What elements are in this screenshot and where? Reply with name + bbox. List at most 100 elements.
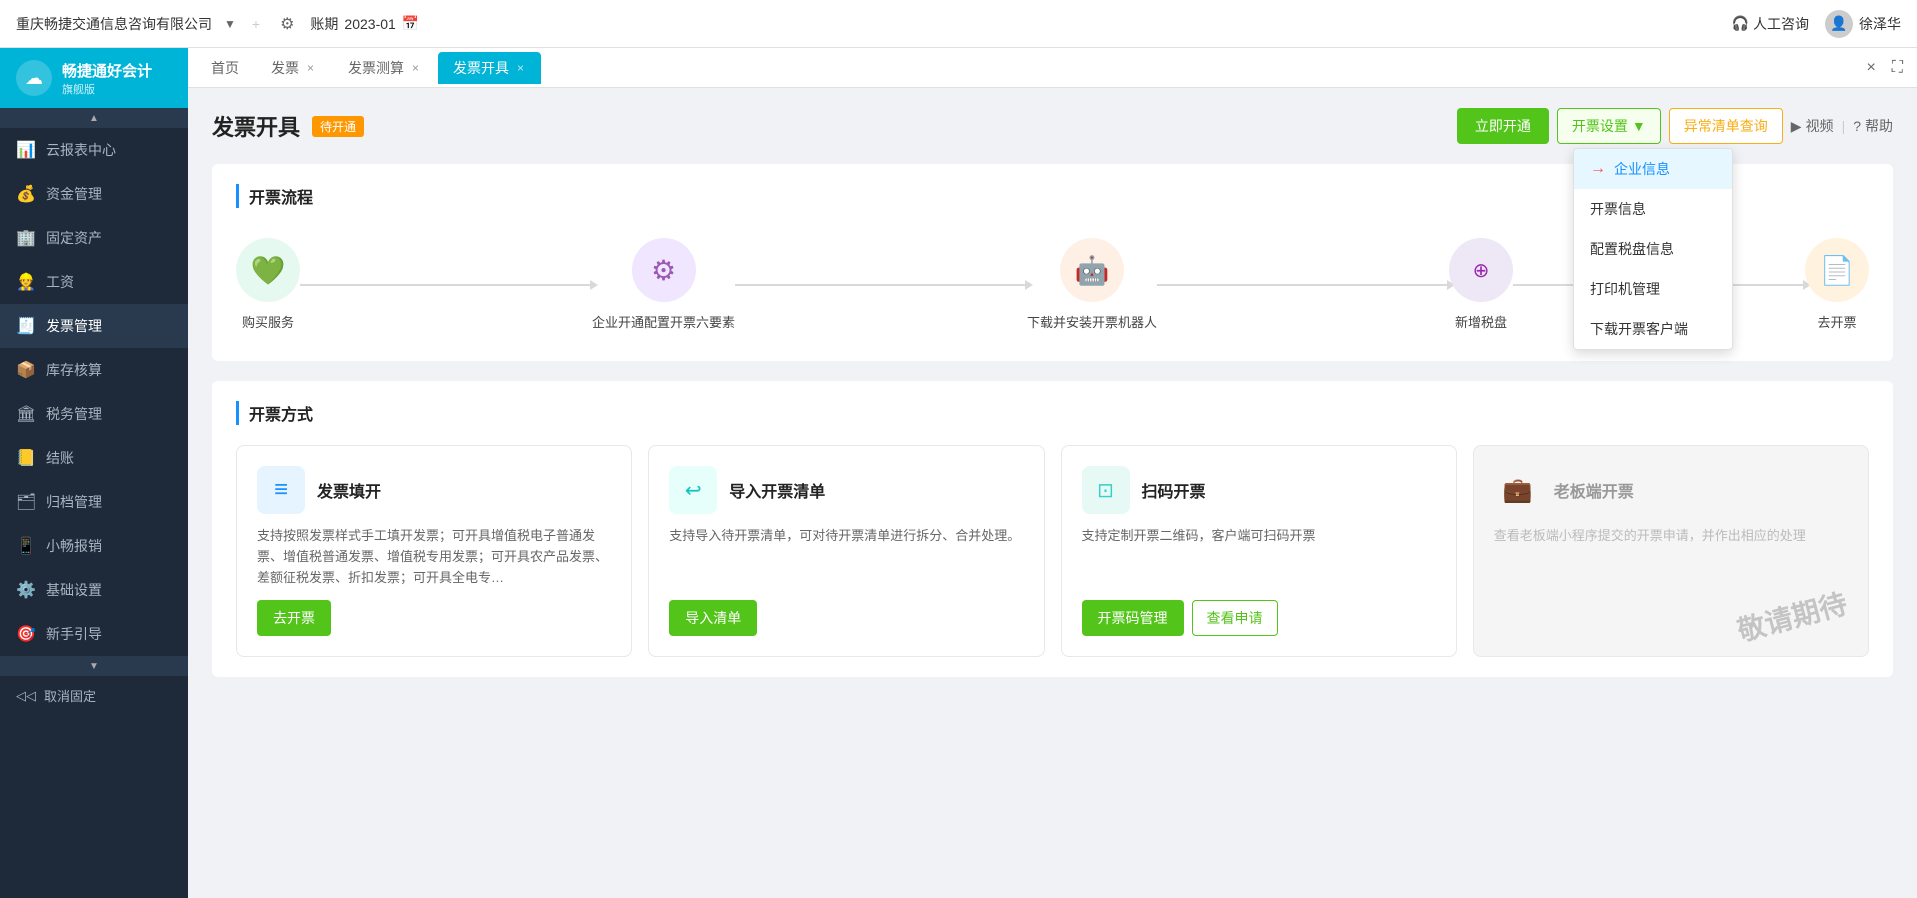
connector-line-3 bbox=[1157, 284, 1449, 286]
tab-close-issue[interactable]: × bbox=[515, 61, 526, 75]
tab-home[interactable]: 首页 bbox=[196, 52, 254, 84]
method-title-3: 扫码开票 bbox=[1142, 478, 1206, 502]
sidebar-item-label: 新手引导 bbox=[46, 624, 102, 644]
page-title: 发票开具 bbox=[212, 110, 300, 142]
import-invoice-btn[interactable]: 导入清单 bbox=[669, 600, 757, 636]
calendar-icon[interactable]: 📅 bbox=[402, 15, 419, 32]
step-icon-3: 🤖 bbox=[1060, 238, 1124, 302]
method-title-2: 导入开票清单 bbox=[729, 478, 825, 502]
sidebar-item-settle[interactable]: 📒 结账 bbox=[0, 436, 188, 480]
sidebar-item-guide[interactable]: 🎯 新手引导 bbox=[0, 612, 188, 656]
sidebar-item-settings[interactable]: ⚙️ 基础设置 bbox=[0, 568, 188, 612]
dropdown-item-ticket-info[interactable]: 开票信息 bbox=[1574, 189, 1732, 229]
connector-line-2 bbox=[735, 284, 1027, 286]
sidebar-item-label: 发票管理 bbox=[46, 316, 102, 336]
method-card-boss: 💼 老板端开票 查看老板端小程序提交的开票申请，并作出相应的处理 敬请期待 bbox=[1473, 445, 1869, 657]
company-dropdown-btn[interactable]: ▼ bbox=[224, 17, 236, 31]
sidebar-item-assets[interactable]: 🏢 固定资产 bbox=[0, 216, 188, 260]
sidebar-item-tax[interactable]: 🏛 税务管理 bbox=[0, 392, 188, 436]
method-card-scan: ⊡ 扫码开票 支持定制开票二维码，客户端可扫码开票 开票码管理 查看申请 bbox=[1061, 445, 1457, 657]
dropdown-item-download-client[interactable]: 下载开票客户端 bbox=[1574, 309, 1732, 349]
method-footer-2: 导入清单 bbox=[669, 600, 1023, 636]
method-title-1: 发票填开 bbox=[317, 478, 381, 502]
method-desc-4: 查看老板端小程序提交的开票申请，并作出相应的处理 bbox=[1494, 526, 1848, 547]
chevron-down-icon: ▼ bbox=[1632, 118, 1646, 134]
inventory-icon: 📦 bbox=[16, 360, 36, 380]
page-actions: 立即开通 开票设置 ▼ 异常清单查询 ▶ 视频 | ? 帮助 bbox=[1457, 108, 1893, 144]
tab-close-calc[interactable]: × bbox=[410, 61, 421, 75]
main-layout: ☁ 畅捷通好会计 旗舰版 ▲ 📊 云报表中心 💰 资金管理 🏢 固定资产 👷 工… bbox=[0, 48, 1917, 898]
tab-close-all-btn[interactable]: × bbox=[1860, 55, 1881, 81]
status-badge: 待开通 bbox=[312, 116, 364, 137]
headset-icon: 🎧 bbox=[1732, 15, 1749, 32]
logo-sub: 旗舰版 bbox=[62, 81, 152, 97]
sidebar-item-funds[interactable]: 💰 资金管理 bbox=[0, 172, 188, 216]
method-card-header-1: ≡ 发票填开 bbox=[257, 466, 611, 514]
step-icon-5: 📄 bbox=[1805, 238, 1869, 302]
settings-dropdown-btn[interactable]: 开票设置 ▼ bbox=[1557, 108, 1661, 144]
sidebar-item-reports[interactable]: 📊 云报表中心 bbox=[0, 128, 188, 172]
sidebar-item-label: 基础设置 bbox=[46, 580, 102, 600]
methods-grid: ≡ 发票填开 支持按照发票样式手工填开发票；可开具增值税电子普通发票、增值税普通… bbox=[236, 445, 1869, 657]
tab-expand-btn[interactable]: ⛶ bbox=[1886, 55, 1909, 81]
tab-invoice[interactable]: 发票 × bbox=[256, 52, 331, 84]
activate-btn[interactable]: 立即开通 bbox=[1457, 108, 1549, 144]
dropdown-arrow: → bbox=[1590, 160, 1606, 178]
abnormal-list-btn[interactable]: 异常清单查询 bbox=[1669, 108, 1783, 144]
view-apply-btn[interactable]: 查看申请 bbox=[1192, 600, 1278, 636]
cancel-label: 取消固定 bbox=[44, 686, 96, 705]
sidebar: ☁ 畅捷通好会计 旗舰版 ▲ 📊 云报表中心 💰 资金管理 🏢 固定资产 👷 工… bbox=[0, 48, 188, 898]
dropdown-item-tax-config[interactable]: 配置税盘信息 bbox=[1574, 229, 1732, 269]
tax-icon: 🏛 bbox=[16, 404, 36, 424]
consult-btn[interactable]: 🎧 人工咨询 bbox=[1732, 14, 1809, 34]
expense-icon: 📱 bbox=[16, 536, 36, 556]
content-area: 首页 发票 × 发票测算 × 发票开具 × × ⛶ bbox=[188, 48, 1917, 898]
qr-code-manage-btn[interactable]: 开票码管理 bbox=[1082, 600, 1184, 636]
sidebar-item-archive[interactable]: 🗂 归档管理 bbox=[0, 480, 188, 524]
tab-invoice-calc[interactable]: 发票测算 × bbox=[333, 52, 436, 84]
tab-invoice-issue[interactable]: 发票开具 × bbox=[438, 52, 541, 84]
sidebar-item-label: 税务管理 bbox=[46, 404, 102, 424]
step-label-3: 下载并安装开票机器人 bbox=[1027, 312, 1157, 331]
fill-invoice-icon: ≡ bbox=[257, 466, 305, 514]
tab-close-invoice[interactable]: × bbox=[305, 61, 316, 75]
fill-invoice-btn[interactable]: 去开票 bbox=[257, 600, 331, 636]
method-card-header-3: ⊡ 扫码开票 bbox=[1082, 466, 1436, 514]
step-icon-4: ⊕ bbox=[1449, 238, 1513, 302]
settings-icon: ⚙️ bbox=[16, 580, 36, 600]
method-desc-3: 支持定制开票二维码，客户端可扫码开票 bbox=[1082, 526, 1436, 547]
sidebar-item-label: 小畅报销 bbox=[46, 536, 102, 556]
dropdown-item-printer[interactable]: 打印机管理 bbox=[1574, 269, 1732, 309]
sidebar-item-label: 结账 bbox=[46, 448, 74, 468]
reports-icon: 📊 bbox=[16, 140, 36, 160]
sidebar-item-inventory[interactable]: 📦 库存核算 bbox=[0, 348, 188, 392]
sidebar-item-expense[interactable]: 📱 小畅报销 bbox=[0, 524, 188, 568]
video-btn[interactable]: ▶ 视频 bbox=[1791, 116, 1834, 136]
boss-invoice-icon: 💼 bbox=[1494, 466, 1542, 514]
assets-icon: 🏢 bbox=[16, 228, 36, 248]
invoice-icon: 🧾 bbox=[16, 316, 36, 336]
sidebar-scroll-up[interactable]: ▲ bbox=[0, 108, 188, 128]
sidebar-scroll-down[interactable]: ▼ bbox=[0, 656, 188, 676]
logo-text-block: 畅捷通好会计 旗舰版 bbox=[62, 60, 152, 97]
sidebar-item-payroll[interactable]: 👷 工资 bbox=[0, 260, 188, 304]
company-name: 重庆畅捷交通信息咨询有限公司 bbox=[16, 14, 212, 34]
sidebar-item-label: 云报表中心 bbox=[46, 140, 116, 160]
tabs-bar: 首页 发票 × 发票测算 × 发票开具 × × ⛶ bbox=[188, 48, 1917, 88]
funds-icon: 💰 bbox=[16, 184, 36, 204]
connector-2 bbox=[735, 284, 1027, 286]
step-label-1: 购买服务 bbox=[242, 312, 294, 331]
help-btn[interactable]: ? 帮助 bbox=[1853, 116, 1893, 136]
sidebar-item-invoice[interactable]: 🧾 发票管理 bbox=[0, 304, 188, 348]
user-info[interactable]: 👤 徐泽华 bbox=[1825, 10, 1901, 38]
sep1: + bbox=[252, 16, 260, 32]
payroll-icon: 👷 bbox=[16, 272, 36, 292]
sidebar-cancel[interactable]: ◁◁ 取消固定 bbox=[0, 676, 188, 715]
dropdown-item-company[interactable]: → 企业信息 bbox=[1574, 149, 1732, 189]
top-bar: 重庆畅捷交通信息咨询有限公司 ▼ + ⚙ 账期 2023-01 📅 🎧 人工咨询… bbox=[0, 0, 1917, 48]
user-name: 徐泽华 bbox=[1859, 14, 1901, 34]
step-label-2: 企业开通配置开票六要素 bbox=[592, 312, 735, 331]
page-content: 发票开具 待开通 立即开通 开票设置 ▼ 异常清单查询 ▶ 视频 | bbox=[188, 88, 1917, 898]
settings-icon-btn[interactable]: ⚙ bbox=[276, 10, 298, 38]
step-label-4: 新增税盘 bbox=[1455, 312, 1507, 331]
